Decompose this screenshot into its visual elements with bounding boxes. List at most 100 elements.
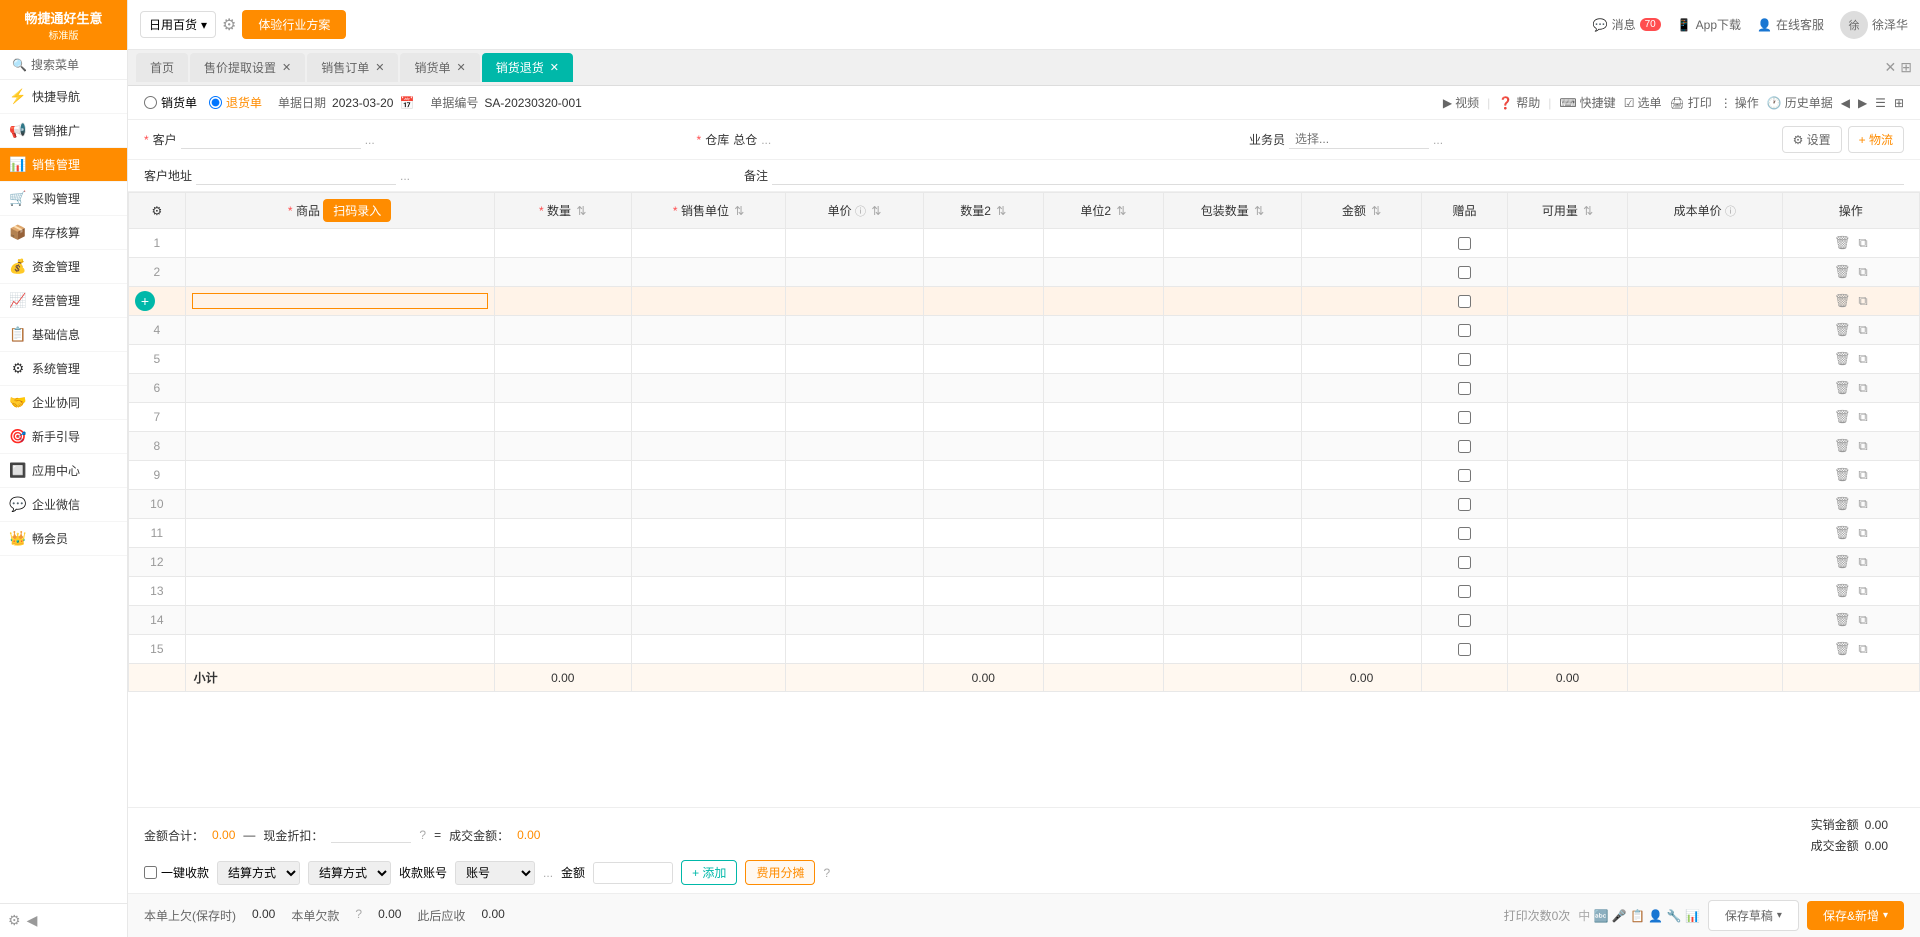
product-input-active[interactable] <box>192 293 488 309</box>
customer-dots[interactable]: ... <box>365 133 375 147</box>
copy-row-btn[interactable]: ⧉ <box>1856 465 1869 485</box>
fee-help-icon[interactable]: ? <box>823 866 830 880</box>
online-service-btn[interactable]: 👤 在线客服 <box>1757 16 1824 33</box>
gift-checkbox[interactable] <box>1458 411 1471 424</box>
price-info-icon[interactable]: ⓘ <box>855 206 866 218</box>
delete-row-btn[interactable]: 🗑 <box>1832 581 1853 601</box>
copy-row-btn[interactable]: ⧉ <box>1856 320 1869 340</box>
settlement-select[interactable]: 结算方式 <box>217 861 300 885</box>
price-cell[interactable] <box>786 258 923 287</box>
qty-sort-icon[interactable]: ⇅ <box>576 204 586 218</box>
discount-help-icon[interactable]: ? <box>419 828 426 842</box>
sidebar-item-guide[interactable]: 🎯 新手引导 <box>0 420 127 454</box>
warehouse-dots[interactable]: ... <box>761 133 771 147</box>
cost-price-cell-active[interactable] <box>1628 287 1782 316</box>
cost-info-icon[interactable]: ⓘ <box>1725 206 1736 218</box>
single-owe-info-icon[interactable]: ? <box>355 907 362 924</box>
delete-row-btn[interactable]: 🗑 <box>1832 552 1853 572</box>
delete-row-btn[interactable]: 🗑 <box>1832 291 1853 311</box>
settings-icon[interactable]: ⚙ <box>151 204 162 218</box>
radio-return-input[interactable] <box>209 96 222 109</box>
industry-select[interactable]: 日用百货 ▾ <box>140 11 216 38</box>
tab-sale-order[interactable]: 销售订单 ✕ <box>307 53 398 82</box>
gift-checkbox[interactable] <box>1458 440 1471 453</box>
cost-price-cell[interactable] <box>1628 258 1782 287</box>
topbar-gear-icon[interactable]: ⚙ <box>222 15 236 35</box>
pack-sort-icon[interactable]: ⇅ <box>1254 204 1264 218</box>
delete-row-btn[interactable]: 🗑 <box>1832 262 1853 282</box>
sidebar-item-apps[interactable]: 🔲 应用中心 <box>0 454 127 488</box>
gift-cell-active[interactable] <box>1422 287 1508 316</box>
sidebar-item-marketing[interactable]: 📢 营销推广 <box>0 114 127 148</box>
qty2-cell[interactable] <box>923 229 1043 258</box>
app-download-btn[interactable]: 📱 App下载 <box>1677 16 1741 33</box>
copy-row-btn[interactable]: ⧉ <box>1856 494 1869 514</box>
one-click-payment-checkbox[interactable]: 一键收款 <box>144 864 209 881</box>
toolbar-prev[interactable]: ◀ <box>1841 96 1850 110</box>
amount-cell[interactable] <box>1302 258 1422 287</box>
copy-row-btn[interactable]: ⧉ <box>1856 262 1869 282</box>
toolbar-select[interactable]: ☑ 选单 <box>1624 94 1662 111</box>
gift-cell[interactable] <box>1422 258 1508 287</box>
amount-cell-active[interactable] <box>1302 287 1422 316</box>
toolbar-video[interactable]: ▶ 视频 <box>1443 94 1479 111</box>
qty2-cell[interactable] <box>923 258 1043 287</box>
delete-row-btn[interactable]: 🗑 <box>1832 465 1853 485</box>
payment-amount-input[interactable] <box>593 862 673 884</box>
toolbar-history[interactable]: 🕐 历史单据 <box>1767 94 1833 111</box>
product-cell[interactable] <box>185 258 494 287</box>
unit2-sort-icon[interactable]: ⇅ <box>1116 204 1126 218</box>
gift-checkbox[interactable] <box>1458 353 1471 366</box>
tab-close-sale-order[interactable]: ✕ <box>375 61 384 74</box>
unit2-cell[interactable] <box>1043 229 1163 258</box>
discount-input[interactable] <box>331 828 411 843</box>
unit-cell[interactable] <box>631 229 785 258</box>
sidebar-item-enterprise[interactable]: 🤝 企业协同 <box>0 386 127 420</box>
scan-btn[interactable]: 扫码录入 <box>323 199 391 222</box>
sidebar-item-shortcut[interactable]: ⚡ 快捷导航 <box>0 80 127 114</box>
tab-home[interactable]: 首页 <box>136 53 188 82</box>
toolbar-help[interactable]: ❓ 帮助 <box>1498 94 1540 111</box>
copy-row-btn[interactable]: ⧉ <box>1856 552 1869 572</box>
close-all-tabs-btn[interactable]: ✕ <box>1885 59 1897 76</box>
cost-price-cell[interactable] <box>1628 229 1782 258</box>
copy-row-btn[interactable]: ⧉ <box>1856 610 1869 630</box>
price-sort-icon[interactable]: ⇅ <box>871 204 881 218</box>
delete-row-btn[interactable]: 🗑 <box>1832 436 1853 456</box>
add-payment-btn[interactable]: + 添加 <box>681 860 737 885</box>
collapse-icon[interactable]: ◀ <box>27 912 38 929</box>
sidebar-item-purchase[interactable]: 🛒 采购管理 <box>0 182 127 216</box>
sidebar-item-system[interactable]: ⚙ 系统管理 <box>0 352 127 386</box>
unit-cell[interactable] <box>631 258 785 287</box>
product-input[interactable] <box>192 236 488 250</box>
delete-row-btn[interactable]: 🗑 <box>1832 523 1853 543</box>
remark-input[interactable] <box>772 166 1904 185</box>
tab-sale-delivery[interactable]: 销货单 ✕ <box>400 53 479 82</box>
fee-split-btn[interactable]: 费用分摊 <box>745 860 815 885</box>
delete-row-btn[interactable]: 🗑 <box>1832 639 1853 659</box>
user-btn[interactable]: 徐 徐泽华 <box>1840 11 1908 39</box>
tab-sale-price[interactable]: 售价提取设置 ✕ <box>190 53 305 82</box>
tab-close-sale-return[interactable]: ✕ <box>550 61 559 74</box>
save-new-btn[interactable]: 保存&新增 ▾ <box>1807 901 1904 930</box>
toolbar-action[interactable]: ⋮ 操作 <box>1720 94 1759 111</box>
settlement-method-select[interactable]: 结算方式 <box>308 861 391 885</box>
delete-row-btn[interactable]: 🗑 <box>1832 233 1853 253</box>
gift-checkbox[interactable] <box>1458 556 1471 569</box>
setting-btn[interactable]: ⚙ 设置 <box>1782 126 1842 153</box>
delete-row-btn[interactable]: 🗑 <box>1832 610 1853 630</box>
toolbar-view-list[interactable]: ☰ <box>1875 96 1886 110</box>
gift-checkbox[interactable] <box>1458 382 1471 395</box>
pack-qty-cell[interactable] <box>1163 258 1301 287</box>
amount-sort-icon[interactable]: ⇅ <box>1371 204 1381 218</box>
available-cell-active[interactable] <box>1507 287 1627 316</box>
toolbar-view-grid[interactable]: ⊞ <box>1894 96 1904 110</box>
product-cell-active[interactable] <box>185 287 494 316</box>
gift-checkbox-active[interactable] <box>1458 295 1471 308</box>
calendar-icon[interactable]: 📅 <box>399 96 414 110</box>
product-cell[interactable] <box>185 229 494 258</box>
copy-row-btn[interactable]: ⧉ <box>1856 407 1869 427</box>
gift-cell[interactable] <box>1422 229 1508 258</box>
copy-row-btn[interactable]: ⧉ <box>1856 436 1869 456</box>
tab-close-sale-delivery[interactable]: ✕ <box>457 61 466 74</box>
